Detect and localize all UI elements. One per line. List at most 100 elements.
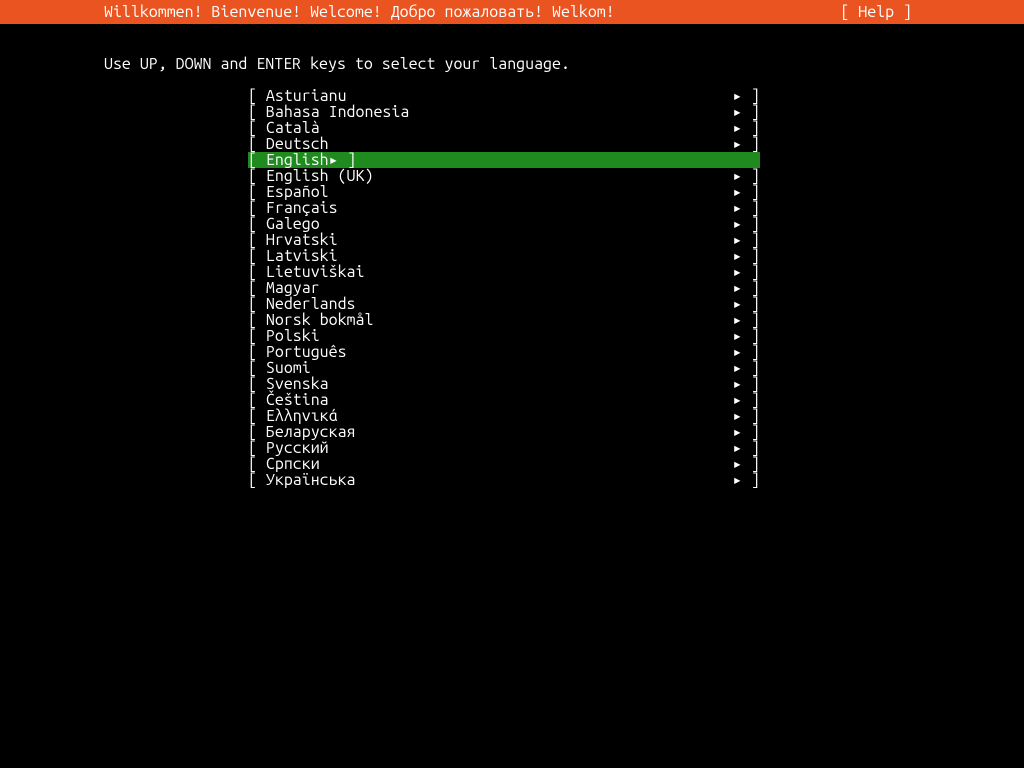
language-option[interactable]: [ Polski▸ ] [0, 328, 1024, 344]
bracket-right: ] [751, 120, 760, 136]
language-label: Hrvatski [266, 232, 338, 248]
header-title: Willkommen! Bienvenue! Welcome! Добро по… [0, 4, 615, 20]
language-label: Español [266, 184, 329, 200]
bracket-right: ] [751, 232, 760, 248]
bracket-left: [ [248, 232, 266, 248]
bracket-left: [ [248, 312, 266, 328]
bracket-right: ] [751, 440, 760, 456]
bracket-left: [ [248, 88, 266, 104]
submenu-arrow-icon: ▸ [732, 392, 751, 408]
language-option[interactable]: [ Català▸ ] [0, 120, 1024, 136]
bracket-right: ] [751, 88, 760, 104]
bracket-left: [ [248, 472, 266, 488]
language-label: Bahasa Indonesia [266, 104, 409, 120]
language-option[interactable]: [ Latviski ▸ ] [0, 248, 1024, 264]
submenu-arrow-icon: ▸ [732, 216, 751, 232]
language-option[interactable]: [ Español▸ ] [0, 184, 1024, 200]
submenu-arrow-icon: ▸ [732, 248, 751, 264]
bracket-left: [ [248, 456, 266, 472]
header-bar: Willkommen! Bienvenue! Welcome! Добро по… [0, 0, 1024, 24]
language-option[interactable]: [ Français▸ ] [0, 200, 1024, 216]
bracket-left: [ [248, 104, 266, 120]
language-option[interactable]: [ Deutsch▸ ] [0, 136, 1024, 152]
submenu-arrow-icon: ▸ [732, 456, 751, 472]
bracket-right: ] [751, 216, 760, 232]
language-option[interactable]: [ Magyar▸ ] [0, 280, 1024, 296]
bracket-right: ] [751, 376, 760, 392]
instruction-text: Use UP, DOWN and ENTER keys to select yo… [0, 56, 1024, 72]
bracket-left: [ [248, 216, 266, 232]
bracket-left: [ [248, 168, 266, 184]
bracket-right: ] [751, 136, 760, 152]
submenu-arrow-icon: ▸ [732, 424, 751, 440]
bracket-right: ] [751, 248, 760, 264]
bracket-right: ] [751, 200, 760, 216]
submenu-arrow-icon: ▸ [732, 136, 751, 152]
bracket-left: [ [248, 344, 266, 360]
language-label: Русский [266, 440, 329, 456]
language-option[interactable]: [ Asturianu▸ ] [0, 88, 1024, 104]
submenu-arrow-icon: ▸ [732, 360, 751, 376]
bracket-right: ] [751, 264, 760, 280]
submenu-arrow-icon: ▸ [732, 328, 751, 344]
language-label: Svenska [266, 376, 329, 392]
submenu-arrow-icon: ▸ [732, 440, 751, 456]
bracket-left: [ [248, 376, 266, 392]
submenu-arrow-icon: ▸ [732, 232, 751, 248]
language-label: Français [266, 200, 338, 216]
language-label: Suomi [266, 360, 311, 376]
language-option[interactable]: [ Українська▸ ] [0, 472, 1024, 488]
language-label: Lietuviškai [266, 264, 365, 280]
bracket-left: [ [248, 200, 266, 216]
language-option[interactable]: [ Galego ▸ ] [0, 216, 1024, 232]
language-label: Latviski [266, 248, 338, 264]
bracket-right: ] [751, 472, 760, 488]
language-option[interactable]: [ Norsk bokmål▸ ] [0, 312, 1024, 328]
language-option[interactable]: [ Српски ▸ ] [0, 456, 1024, 472]
language-option[interactable]: [ Lietuviškai▸ ] [0, 264, 1024, 280]
language-option[interactable]: [ Suomi▸ ] [0, 360, 1024, 376]
language-label: Norsk bokmål [266, 312, 374, 328]
submenu-arrow-icon: ▸ [732, 104, 751, 120]
language-label: Asturianu [266, 88, 347, 104]
submenu-arrow-icon: ▸ [732, 312, 751, 328]
bracket-right: ] [751, 424, 760, 440]
submenu-arrow-icon: ▸ [732, 280, 751, 296]
submenu-arrow-icon: ▸ [732, 376, 751, 392]
language-label: Ελληνικά [266, 408, 338, 424]
language-option[interactable]: [ Ελληνικά▸ ] [0, 408, 1024, 424]
bracket-left: [ [248, 328, 266, 344]
language-option[interactable]: [ Português▸ ] [0, 344, 1024, 360]
language-option[interactable]: [ Беларуская ▸ ] [0, 424, 1024, 440]
language-option[interactable]: [ Svenska ▸ ] [0, 376, 1024, 392]
language-label: Polski [266, 328, 320, 344]
language-label: Galego [266, 216, 320, 232]
language-label: Nederlands [266, 296, 356, 312]
help-button[interactable]: [ Help ] [840, 4, 1024, 20]
submenu-arrow-icon: ▸ [732, 264, 751, 280]
language-option[interactable]: [ Hrvatski ▸ ] [0, 232, 1024, 248]
language-label: Беларуская [266, 424, 356, 440]
bracket-left: [ [248, 248, 266, 264]
bracket-left: [ [248, 136, 266, 152]
bracket-right: ] [751, 344, 760, 360]
bracket-left: [ [248, 424, 266, 440]
language-option[interactable]: [ English (UK)▸ ] [0, 168, 1024, 184]
language-option[interactable]: [ Русский▸ ] [0, 440, 1024, 456]
submenu-arrow-icon: ▸ [732, 120, 751, 136]
bracket-right: ] [751, 360, 760, 376]
language-option[interactable]: [ Bahasa Indonesia▸ ] [0, 104, 1024, 120]
bracket-right: ] [751, 456, 760, 472]
language-label: English (UK) [266, 168, 374, 184]
language-option[interactable]: [ Nederlands▸ ] [0, 296, 1024, 312]
bracket-left: [ [248, 184, 266, 200]
submenu-arrow-icon: ▸ [732, 296, 751, 312]
submenu-arrow-icon: ▸ [732, 408, 751, 424]
submenu-arrow-icon: ▸ [732, 472, 751, 488]
language-option[interactable]: [ Čeština▸ ] [0, 392, 1024, 408]
submenu-arrow-icon: ▸ [732, 184, 751, 200]
language-option[interactable]: [ English▸ ] [0, 152, 1024, 168]
submenu-arrow-icon: ▸ [732, 344, 751, 360]
language-label: Српски [266, 456, 320, 472]
language-label: Čeština [266, 392, 329, 408]
